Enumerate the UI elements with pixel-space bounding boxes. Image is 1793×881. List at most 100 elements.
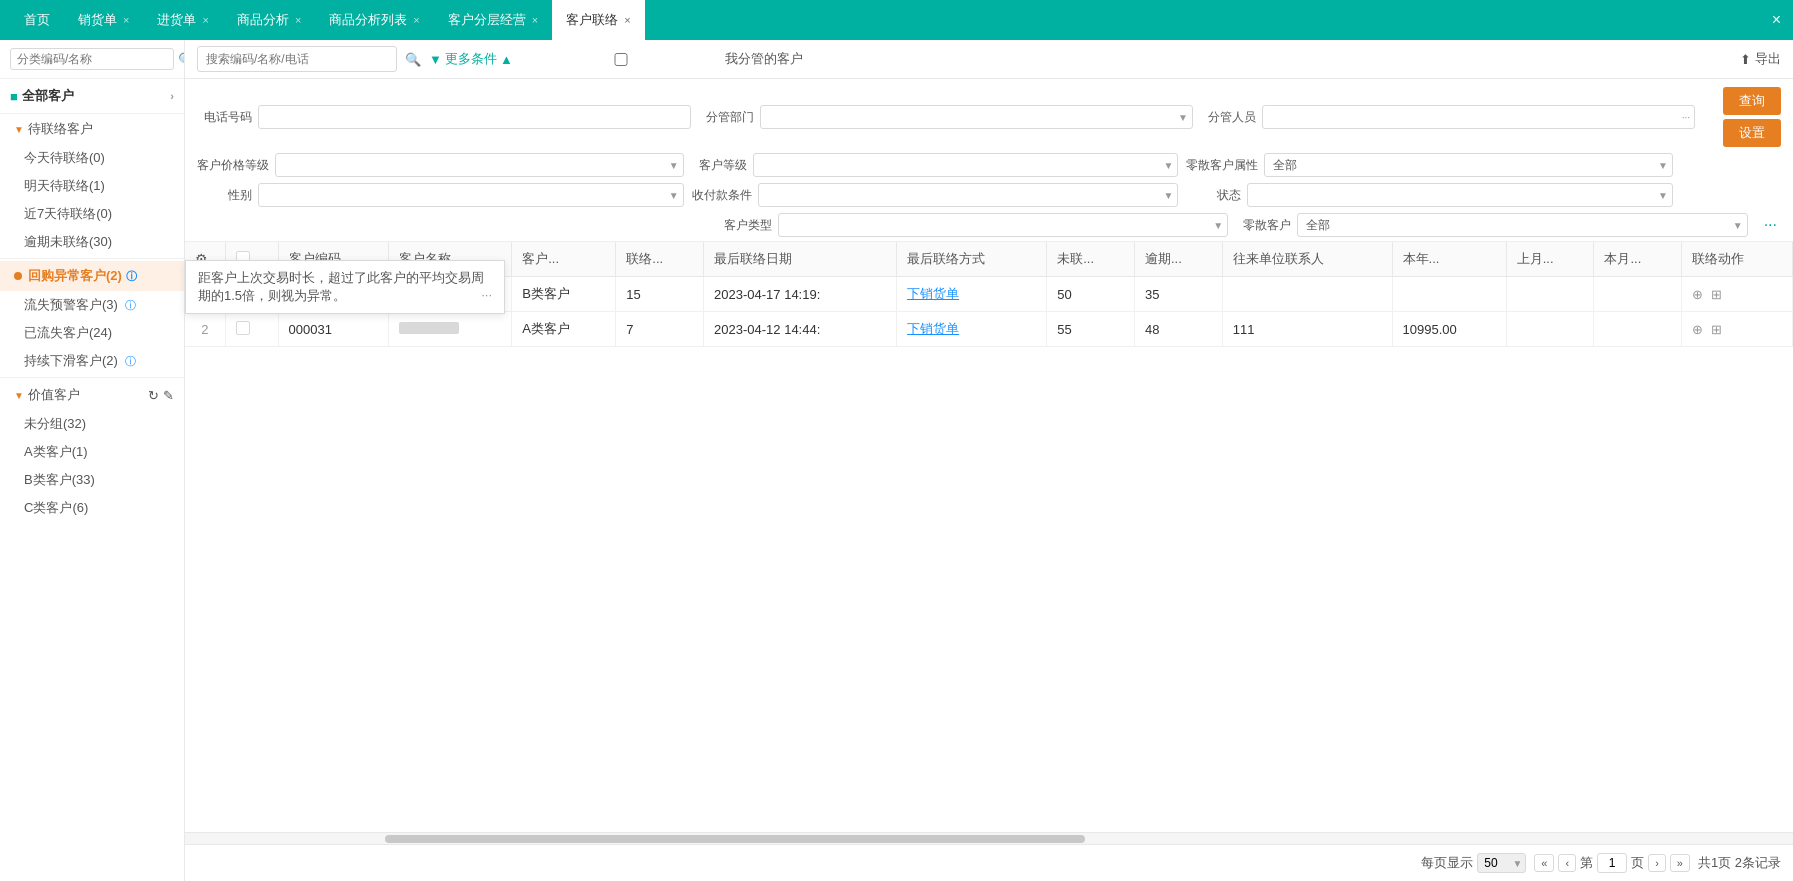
row-last-month bbox=[1506, 277, 1594, 312]
row-type: A类客户 bbox=[512, 312, 616, 347]
col-last-contact-method[interactable]: 最后联络方式 bbox=[897, 242, 1047, 277]
sidebar-pending-contact-group[interactable]: ▼ 待联络客户 bbox=[0, 114, 184, 144]
info-icon[interactable]: ⓘ bbox=[125, 299, 136, 311]
sidebar-item-class-a[interactable]: A类客户(1) bbox=[0, 438, 184, 466]
nav-home[interactable]: 首页 bbox=[10, 0, 64, 40]
close-icon[interactable]: × bbox=[532, 14, 538, 26]
col-overdue[interactable]: 逾期... bbox=[1134, 242, 1222, 277]
col-uncontacted[interactable]: 未联... bbox=[1047, 242, 1135, 277]
edit-icon[interactable]: ✎ bbox=[163, 388, 174, 403]
manager-label: 分管人员 bbox=[1201, 109, 1256, 126]
customer-type-select[interactable] bbox=[778, 213, 1229, 237]
col-type[interactable]: 客户... bbox=[512, 242, 616, 277]
row-name bbox=[389, 312, 512, 347]
sidebar-value-customer-group[interactable]: ▼ 价值客户 ↻ ✎ bbox=[0, 380, 184, 410]
row-checkbox[interactable] bbox=[236, 321, 250, 335]
gender-select[interactable] bbox=[258, 183, 684, 207]
window-close-button[interactable]: × bbox=[1772, 11, 1781, 29]
customer-grade-select[interactable] bbox=[753, 153, 1179, 177]
filter-bar: 🔍 ▼ 更多条件 ▲ 我分管的客户 ⬆ 导出 bbox=[185, 40, 1793, 79]
sidebar-item-declining[interactable]: 持续下滑客户(2) ⓘ bbox=[0, 347, 184, 375]
col-contacts[interactable]: 往来单位联系人 bbox=[1222, 242, 1392, 277]
table-row: 2 000031 A类客户 7 2023-04-12 14:44: 下销货单 bbox=[185, 312, 1793, 347]
horizontal-scrollbar[interactable] bbox=[185, 832, 1793, 844]
page-number-input[interactable] bbox=[1597, 853, 1627, 873]
search-input[interactable] bbox=[197, 46, 397, 72]
info-icon[interactable]: ⓘ bbox=[125, 355, 136, 367]
payment-label: 收付款条件 bbox=[692, 187, 752, 204]
price-grade-select[interactable] bbox=[275, 153, 684, 177]
row-number: 2 bbox=[185, 312, 225, 347]
sidebar-all-customers[interactable]: ■ 全部客户 › bbox=[0, 79, 184, 114]
row-overdue: 35 bbox=[1134, 277, 1222, 312]
sidebar-search-icon[interactable]: 🔍 bbox=[178, 52, 185, 67]
query-button[interactable]: 查询 bbox=[1723, 87, 1781, 115]
sidebar-item-churn-warning[interactable]: 流失预警客户(3) ⓘ bbox=[0, 291, 184, 319]
col-this-month[interactable]: 本月... bbox=[1594, 242, 1682, 277]
more-icon[interactable]: ⊞ bbox=[1711, 322, 1722, 337]
last-page-button[interactable]: » bbox=[1670, 854, 1690, 872]
row-uncontacted: 55 bbox=[1047, 312, 1135, 347]
sidebar-item-class-b[interactable]: B类客户(33) bbox=[0, 466, 184, 494]
sidebar-search-area: 🔍 bbox=[0, 40, 184, 79]
phone-input[interactable] bbox=[258, 105, 691, 129]
row-last-contact-method[interactable]: 下销货单 bbox=[897, 312, 1047, 347]
retail-attr-select[interactable]: 全部 bbox=[1264, 153, 1673, 177]
settings-button[interactable]: 设置 bbox=[1723, 119, 1781, 147]
retail-customer-select[interactable]: 全部 bbox=[1297, 213, 1748, 237]
my-customers-checkbox[interactable] bbox=[521, 53, 721, 66]
col-last-contact-date[interactable]: 最后联络日期 bbox=[704, 242, 897, 277]
close-icon[interactable]: × bbox=[123, 14, 129, 26]
row-last-contact-method[interactable]: 下销货单 bbox=[897, 277, 1047, 312]
row-contact-count: 7 bbox=[616, 312, 704, 347]
nav-purchase-order[interactable]: 进货单 × bbox=[143, 0, 222, 40]
scroll-thumb[interactable] bbox=[385, 835, 1085, 843]
nav-product-analysis[interactable]: 商品分析 × bbox=[223, 0, 315, 40]
col-contact-count[interactable]: 联络... bbox=[616, 242, 704, 277]
filter-search-icon[interactable]: 🔍 bbox=[405, 52, 421, 67]
first-page-button[interactable]: « bbox=[1534, 854, 1554, 872]
row-overdue: 48 bbox=[1134, 312, 1222, 347]
dept-select[interactable] bbox=[760, 105, 1193, 129]
sidebar-item-today-pending[interactable]: 今天待联络(0) bbox=[0, 144, 184, 172]
row-action-icons: ⊕ ⊞ bbox=[1682, 277, 1793, 312]
contact-icon[interactable]: ⊕ bbox=[1692, 322, 1703, 337]
status-select[interactable] bbox=[1247, 183, 1673, 207]
col-this-year[interactable]: 本年... bbox=[1392, 242, 1506, 277]
contact-icon[interactable]: ⊕ bbox=[1692, 287, 1703, 302]
close-icon[interactable]: × bbox=[202, 14, 208, 26]
info-icon[interactable]: ⓘ bbox=[126, 269, 137, 284]
col-last-month[interactable]: 上月... bbox=[1506, 242, 1594, 277]
manager-input[interactable] bbox=[1262, 105, 1695, 129]
sidebar-search-input[interactable] bbox=[10, 48, 174, 70]
collapse-icon[interactable]: › bbox=[170, 90, 174, 102]
my-customers-checkbox-area: 我分管的客户 bbox=[521, 50, 803, 68]
nav-customer-contact[interactable]: 客户联络 × bbox=[552, 0, 644, 40]
more-icon[interactable]: ⊞ bbox=[1711, 287, 1722, 302]
close-icon[interactable]: × bbox=[624, 14, 630, 26]
prev-page-button[interactable]: ‹ bbox=[1558, 854, 1576, 872]
page-size-select[interactable]: 50 100 bbox=[1477, 853, 1526, 873]
sidebar-item-7days-pending[interactable]: 近7天待联络(0) bbox=[0, 200, 184, 228]
sidebar-item-overdue-pending[interactable]: 逾期未联络(30) bbox=[0, 228, 184, 256]
gender-label: 性别 bbox=[197, 187, 252, 204]
refresh-icon[interactable]: ↻ bbox=[148, 388, 159, 403]
nav-product-analysis-list[interactable]: 商品分析列表 × bbox=[315, 0, 433, 40]
filter-more-dots[interactable]: ··· bbox=[1760, 216, 1781, 234]
filter-row-2: 客户价格等级 ▼ 客户等级 ▼ bbox=[197, 153, 1781, 177]
export-button[interactable]: ⬆ 导出 bbox=[1740, 50, 1781, 68]
nav-sales-order[interactable]: 销货单 × bbox=[64, 0, 143, 40]
nav-customer-tier[interactable]: 客户分层经营 × bbox=[434, 0, 552, 40]
next-page-button[interactable]: › bbox=[1648, 854, 1666, 872]
row-checkbox-cell[interactable] bbox=[225, 312, 278, 347]
sidebar-item-tomorrow-pending[interactable]: 明天待联络(1) bbox=[0, 172, 184, 200]
close-icon[interactable]: × bbox=[413, 14, 419, 26]
sidebar-item-repeat-purchase-anomaly[interactable]: 回购异常客户(2) ⓘ bbox=[0, 261, 184, 291]
payment-select[interactable] bbox=[758, 183, 1179, 207]
close-icon[interactable]: × bbox=[295, 14, 301, 26]
sidebar-item-churned[interactable]: 已流失客户(24) bbox=[0, 319, 184, 347]
sidebar-item-unclassified[interactable]: 未分组(32) bbox=[0, 410, 184, 438]
more-conditions-btn[interactable]: ▼ 更多条件 ▲ bbox=[429, 50, 513, 68]
sidebar-item-class-c[interactable]: C类客户(6) bbox=[0, 494, 184, 522]
tooltip-dots[interactable]: ··· bbox=[481, 287, 492, 302]
